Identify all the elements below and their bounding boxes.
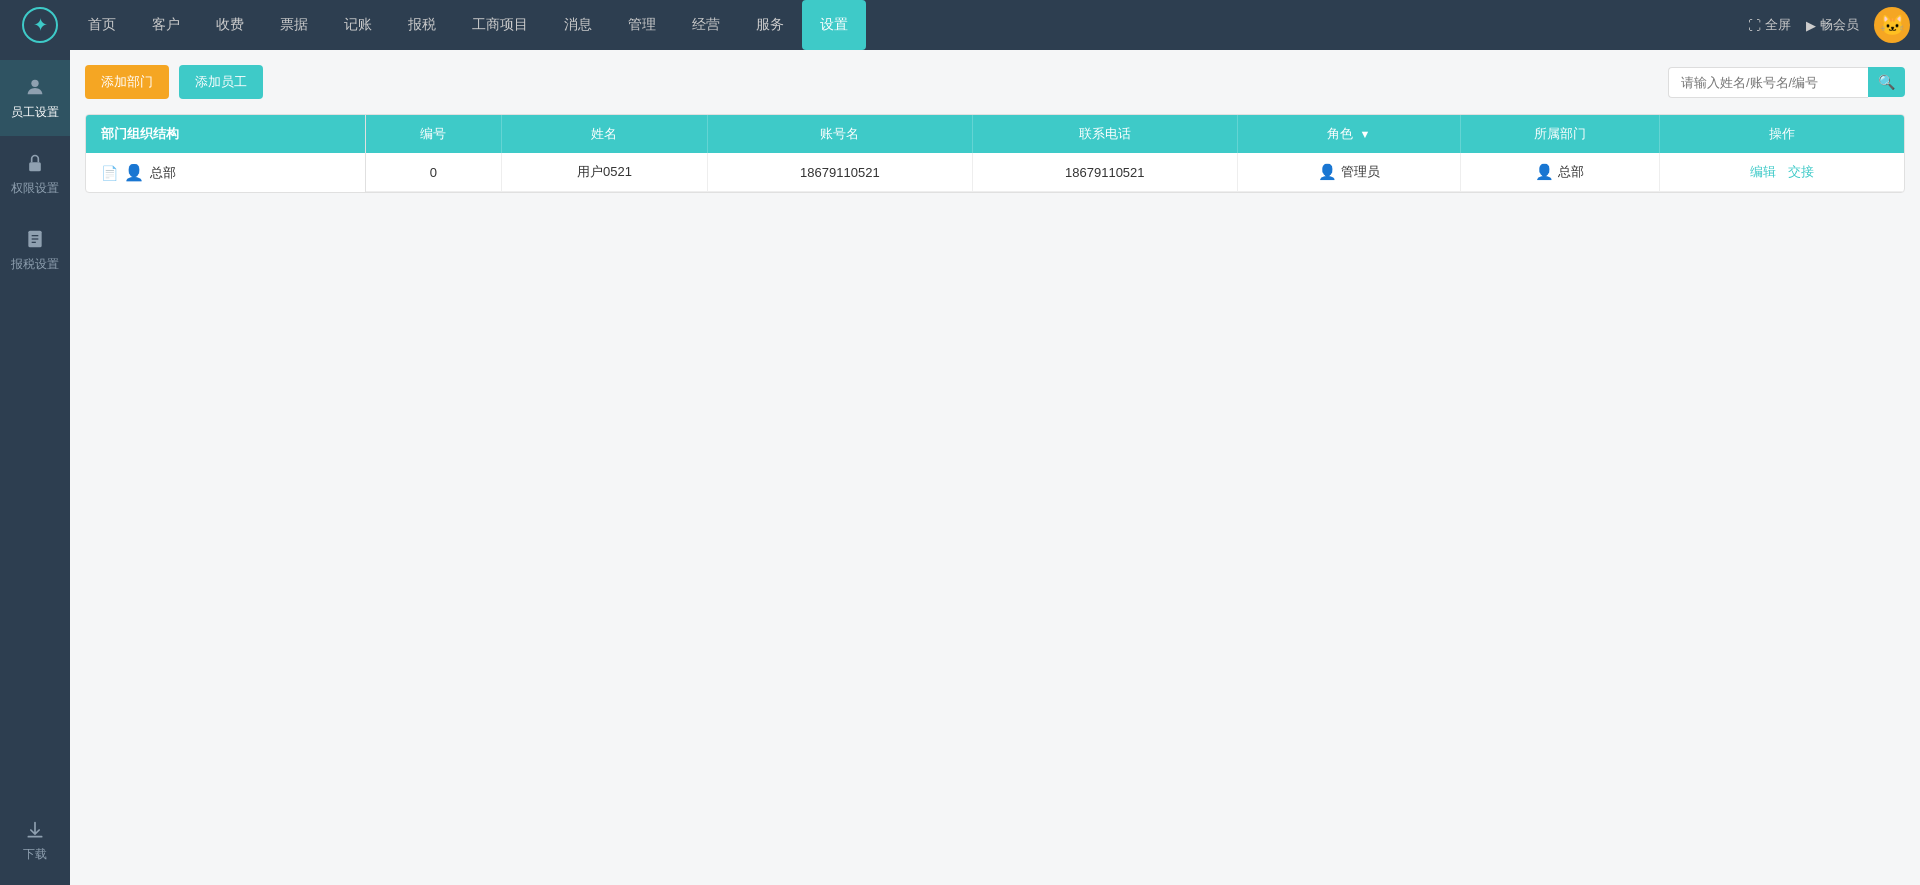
sidebar-item-tax-settings-label: 报税设置 [11,256,59,273]
col-header-phone: 联系电话 [972,115,1237,153]
emp-table: 编号 姓名 账号名 联系电话 角 [366,115,1904,192]
svg-rect-1 [29,162,41,171]
fullscreen-btn[interactable]: ⛶ 全屏 [1748,16,1791,34]
role-filter-icon[interactable]: ▼ [1360,128,1371,140]
nav-items: 首页 客户 收费 票据 记账 报税 工商项目 消息 管理 经营 服务 设置 [70,0,1748,50]
sidebar-item-permissions[interactable]: 权限设置 [0,136,70,212]
table-row: 0 用户0521 18679110521 18679110521 👤 管理员 [366,153,1904,192]
sidebar: 员工设置 权限设置 报税设置 [0,50,70,885]
folder-icon: 📄 [101,165,118,181]
nav-right: ⛶ 全屏 ▶ 畅会员 🐱 [1748,7,1910,43]
sidebar-item-tax-settings[interactable]: 报税设置 [0,212,70,288]
col-header-role[interactable]: 角色 ▼ [1237,115,1460,153]
nav-accounting[interactable]: 记账 [326,0,390,50]
dept-user-icon: 👤 [1535,163,1554,181]
table-area: 部门组织结构 📄 👤 总部 编号 姓 [85,114,1905,193]
dept-user-icon: 👤 [124,163,144,182]
sidebar-download[interactable]: 下载 [0,806,70,875]
top-navigation: ✦ 首页 客户 收费 票据 记账 报税 工商项目 消息 管理 经营 服务 设置 … [0,0,1920,50]
col-header-account: 账号名 [707,115,972,153]
search-input[interactable] [1668,67,1868,98]
download-icon [23,818,47,842]
search-box: 🔍 [1668,67,1905,98]
sidebar-item-employee-label: 员工设置 [11,104,59,121]
col-header-action: 操作 [1659,115,1904,153]
edit-action-link[interactable]: 编辑 [1750,164,1776,179]
employee-icon [23,75,47,99]
nav-bill[interactable]: 票据 [262,0,326,50]
nav-fee[interactable]: 收费 [198,0,262,50]
search-button[interactable]: 🔍 [1868,67,1905,97]
vip-label: 畅会员 [1820,16,1859,34]
col-header-name: 姓名 [501,115,707,153]
main-layout: 员工设置 权限设置 报税设置 [0,50,1920,885]
sidebar-bottom: 下载 [0,806,70,885]
col-header-id: 编号 [366,115,501,153]
dept-tree-item-general[interactable]: 📄 👤 总部 [86,153,365,192]
dept-name: 总部 [150,164,176,182]
logo: ✦ [10,0,70,50]
cell-actions: 编辑 交接 [1659,153,1904,192]
nav-message[interactable]: 消息 [546,0,610,50]
nav-operation[interactable]: 经营 [674,0,738,50]
nav-business[interactable]: 工商项目 [454,0,546,50]
permissions-icon [23,151,47,175]
logo-icon: ✦ [22,7,58,43]
role-user-icon: 👤 [1318,163,1337,181]
cell-phone: 18679110521 [972,153,1237,192]
svg-point-0 [31,80,38,87]
cell-id: 0 [366,153,501,192]
avatar[interactable]: 🐱 [1874,7,1910,43]
add-dept-button[interactable]: 添加部门 [85,65,169,99]
sidebar-item-permissions-label: 权限设置 [11,180,59,197]
nav-customer[interactable]: 客户 [134,0,198,50]
content-area: 添加部门 添加员工 🔍 部门组织结构 📄 👤 总部 [70,50,1920,885]
download-label: 下载 [23,846,47,863]
nav-settings[interactable]: 设置 [802,0,866,50]
dept-badge: 👤 总部 [1535,163,1584,181]
role-badge: 👤 管理员 [1318,163,1380,181]
nav-manage[interactable]: 管理 [610,0,674,50]
handover-action-link[interactable]: 交接 [1788,164,1814,179]
search-icon: 🔍 [1878,74,1895,90]
fullscreen-label: 全屏 [1765,16,1791,34]
cell-role: 👤 管理员 [1237,153,1460,192]
role-value: 管理员 [1341,163,1380,181]
cell-account: 18679110521 [707,153,972,192]
nav-service[interactable]: 服务 [738,0,802,50]
cell-name: 用户0521 [501,153,707,192]
dept-tree: 部门组织结构 📄 👤 总部 [86,115,366,192]
nav-tax[interactable]: 报税 [390,0,454,50]
tax-settings-icon [23,227,47,251]
nav-home[interactable]: 首页 [70,0,134,50]
toolbar: 添加部门 添加员工 🔍 [85,65,1905,99]
vip-icon: ▶ [1806,18,1816,33]
sidebar-item-employee[interactable]: 员工设置 [0,60,70,136]
cell-department: 👤 总部 [1460,153,1659,192]
vip-btn[interactable]: ▶ 畅会员 [1806,16,1859,34]
dept-value: 总部 [1558,163,1584,181]
col-header-department: 所属部门 [1460,115,1659,153]
fullscreen-icon: ⛶ [1748,18,1761,33]
dept-tree-header: 部门组织结构 [86,115,365,153]
add-emp-button[interactable]: 添加员工 [179,65,263,99]
